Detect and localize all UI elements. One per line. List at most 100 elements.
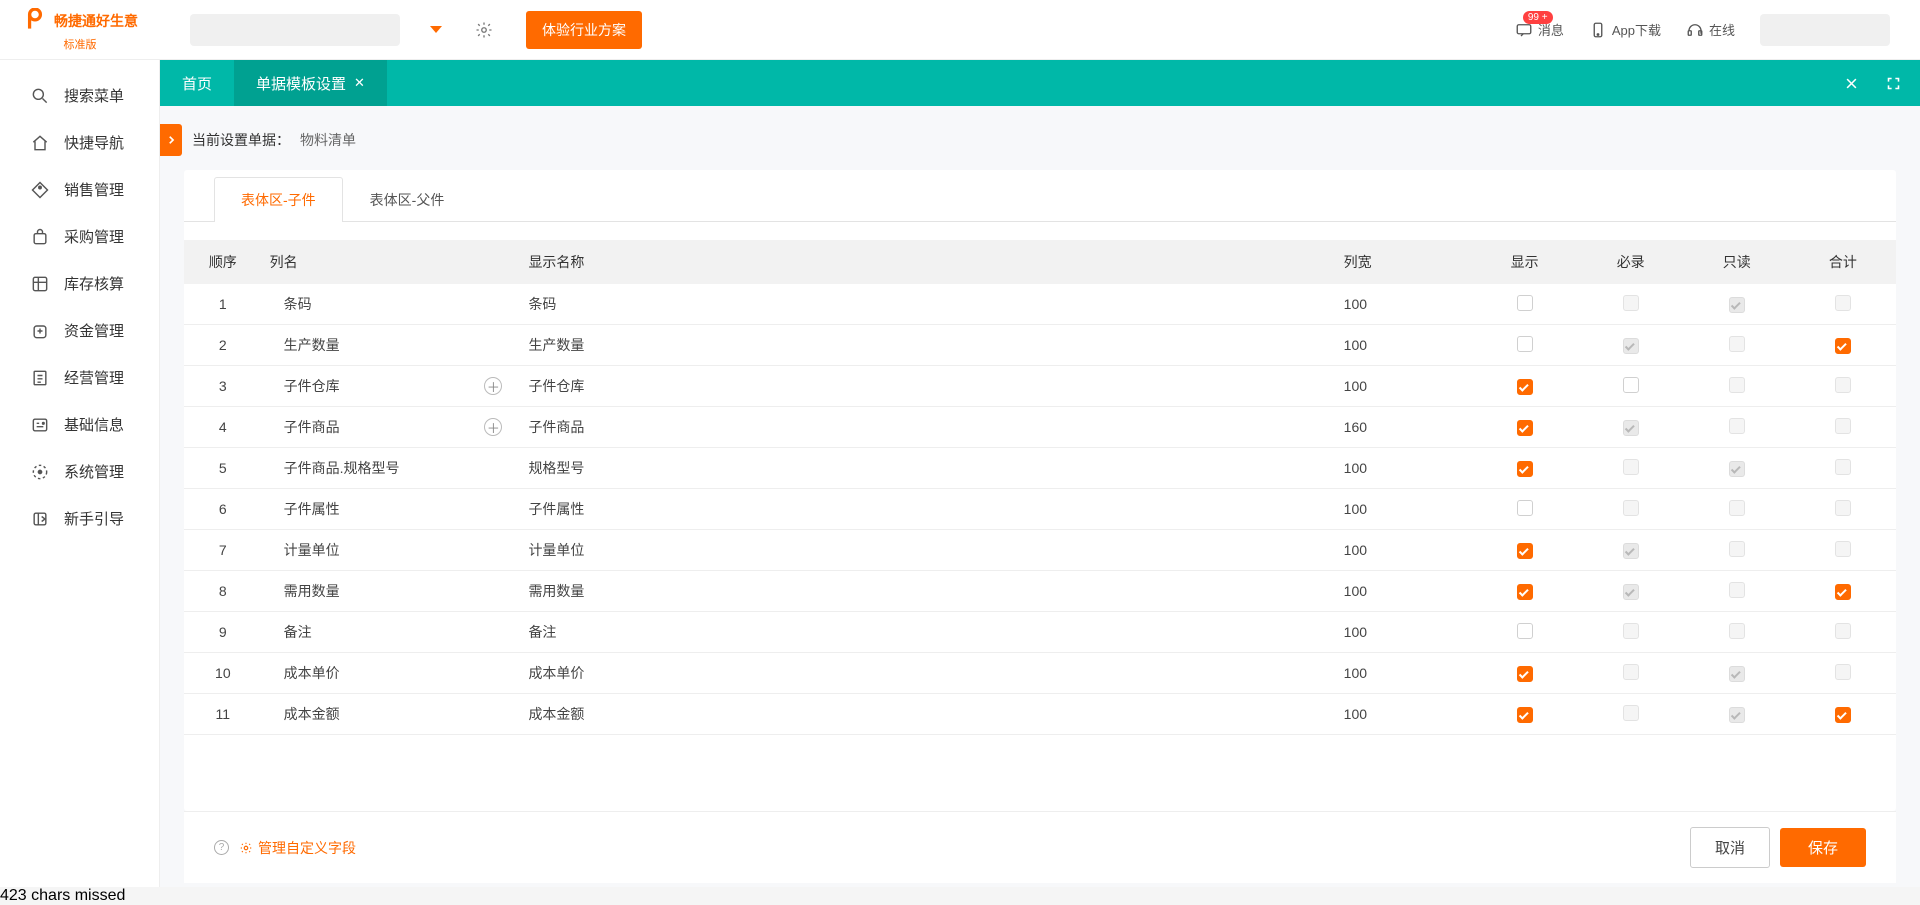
cancel-button[interactable]: 取消 [1690, 827, 1770, 868]
cell-display: 需用数量 [520, 571, 1335, 612]
close-icon[interactable]: ✕ [354, 75, 365, 91]
checkbox [1729, 336, 1745, 352]
sidebar-item-report[interactable]: 经营管理 [0, 354, 159, 401]
inner-tab-parent[interactable]: 表体区-父件 [343, 177, 472, 222]
gear-icon[interactable] [475, 21, 493, 39]
brand-edition: 标准版 [64, 36, 97, 52]
cell-seq: 5 [184, 448, 262, 489]
checkbox[interactable] [1517, 336, 1533, 352]
sidebar-item-stock[interactable]: 库存核算 [0, 260, 159, 307]
sys-icon [30, 462, 50, 482]
checkbox[interactable] [1517, 420, 1533, 436]
checkbox[interactable] [1835, 338, 1851, 354]
table-row[interactable]: 5子件商品.规格型号规格型号100 [184, 448, 1896, 489]
th-readonly: 只读 [1684, 240, 1790, 284]
tab-template-settings[interactable]: 单据模板设置 ✕ [234, 60, 387, 106]
sidebar-item-sys[interactable]: 系统管理 [0, 448, 159, 495]
context-value: 物料清单 [300, 130, 356, 150]
org-selector[interactable] [190, 14, 400, 46]
cta-button[interactable]: 体验行业方案 [526, 11, 642, 49]
cell-display: 备注 [520, 612, 1335, 653]
checkbox[interactable] [1517, 707, 1533, 723]
messages-link[interactable]: 99 + 消息 [1515, 20, 1564, 39]
cell-display: 成本单价 [520, 653, 1335, 694]
sidebar-item-info[interactable]: 基础信息 [0, 401, 159, 448]
collapse-icon[interactable] [160, 124, 182, 156]
help-icon[interactable]: ? [214, 840, 229, 855]
manage-custom-fields-link[interactable]: 管理自定义字段 [239, 838, 356, 858]
th-name: 列名 [262, 240, 521, 284]
cell-display: 条码 [520, 284, 1335, 325]
sidebar-item-bag[interactable]: 采购管理 [0, 213, 159, 260]
headset-icon [1686, 21, 1704, 39]
message-badge: 99 + [1523, 11, 1553, 24]
cell-display: 成本金额 [520, 694, 1335, 735]
table-row[interactable]: 7计量单位计量单位100 [184, 530, 1896, 571]
guide-icon [30, 509, 50, 529]
main-area: 首页 单据模板设置 ✕ 当前设置单据： 物料清单 [160, 60, 1920, 887]
context-label: 当前设置单据： [192, 130, 290, 150]
sidebar-item-search[interactable]: 搜索菜单 [0, 72, 159, 119]
th-display: 显示名称 [520, 240, 1335, 284]
th-seq: 顺序 [184, 240, 262, 284]
checkbox [1623, 295, 1639, 311]
sidebar-item-money[interactable]: 资金管理 [0, 307, 159, 354]
inner-tab-child[interactable]: 表体区-子件 [214, 177, 343, 222]
app-download-label: App下载 [1612, 20, 1661, 39]
title-area: 体验行业方案 [160, 11, 642, 49]
chevron-down-icon[interactable] [430, 26, 442, 33]
cell-display: 规格型号 [520, 448, 1335, 489]
checkbox[interactable] [1517, 461, 1533, 477]
checkbox [1835, 623, 1851, 639]
checkbox [1835, 295, 1851, 311]
sidebar-item-tag[interactable]: 销售管理 [0, 166, 159, 213]
tab-home-label: 首页 [182, 73, 212, 94]
add-icon[interactable]: ＋ [484, 377, 502, 395]
table-row[interactable]: 10成本单价成本单价100 [184, 653, 1896, 694]
fullscreen-button[interactable] [1874, 60, 1912, 106]
add-icon[interactable]: ＋ [484, 418, 502, 436]
checkbox[interactable] [1517, 295, 1533, 311]
cell-seq: 11 [184, 694, 262, 735]
checkbox[interactable] [1835, 584, 1851, 600]
checkbox[interactable] [1623, 377, 1639, 393]
table-row[interactable]: 2生产数量生产数量100 [184, 325, 1896, 366]
checkbox[interactable] [1517, 666, 1533, 682]
cell-seq: 1 [184, 284, 262, 325]
checkbox[interactable] [1517, 584, 1533, 600]
sidebar-item-home[interactable]: 快捷导航 [0, 119, 159, 166]
table-row[interactable]: 9备注备注100 [184, 612, 1896, 653]
tag-icon [30, 180, 50, 200]
expand-icon [1886, 76, 1901, 91]
table-row[interactable]: 8需用数量需用数量100 [184, 571, 1896, 612]
checkbox [1729, 500, 1745, 516]
checkbox[interactable] [1835, 707, 1851, 723]
cell-width: 100 [1336, 612, 1472, 653]
table-row[interactable]: 11成本金额成本金额100 [184, 694, 1896, 735]
tab-home[interactable]: 首页 [160, 60, 234, 106]
bag-icon [30, 227, 50, 247]
cell-name: 子件商品＋ [262, 407, 521, 448]
table-row[interactable]: 4子件商品＋子件商品160 [184, 407, 1896, 448]
save-button[interactable]: 保存 [1780, 828, 1866, 867]
checkbox[interactable] [1517, 623, 1533, 639]
cell-name: 条码 [262, 284, 521, 325]
checkbox[interactable] [1517, 543, 1533, 559]
online-support-link[interactable]: 在线 [1686, 20, 1735, 39]
manage-custom-fields-label: 管理自定义字段 [258, 838, 356, 858]
cell-seq: 10 [184, 653, 262, 694]
checkbox[interactable] [1517, 500, 1533, 516]
user-menu[interactable] [1760, 14, 1890, 46]
table-row[interactable]: 6子件属性子件属性100 [184, 489, 1896, 530]
cell-name: 备注 [262, 612, 521, 653]
sidebar-item-guide[interactable]: 新手引导 [0, 495, 159, 542]
close-all-button[interactable] [1832, 60, 1870, 106]
table-row[interactable]: 1条码条码100 [184, 284, 1896, 325]
cell-seq: 6 [184, 489, 262, 530]
cell-name: 子件属性 [262, 489, 521, 530]
sidebar-item-label: 销售管理 [64, 179, 124, 200]
table-row[interactable]: 3子件仓库＋子件仓库100 [184, 366, 1896, 407]
checkbox [1835, 459, 1851, 475]
checkbox[interactable] [1517, 379, 1533, 395]
app-download-link[interactable]: App下载 [1589, 20, 1661, 39]
